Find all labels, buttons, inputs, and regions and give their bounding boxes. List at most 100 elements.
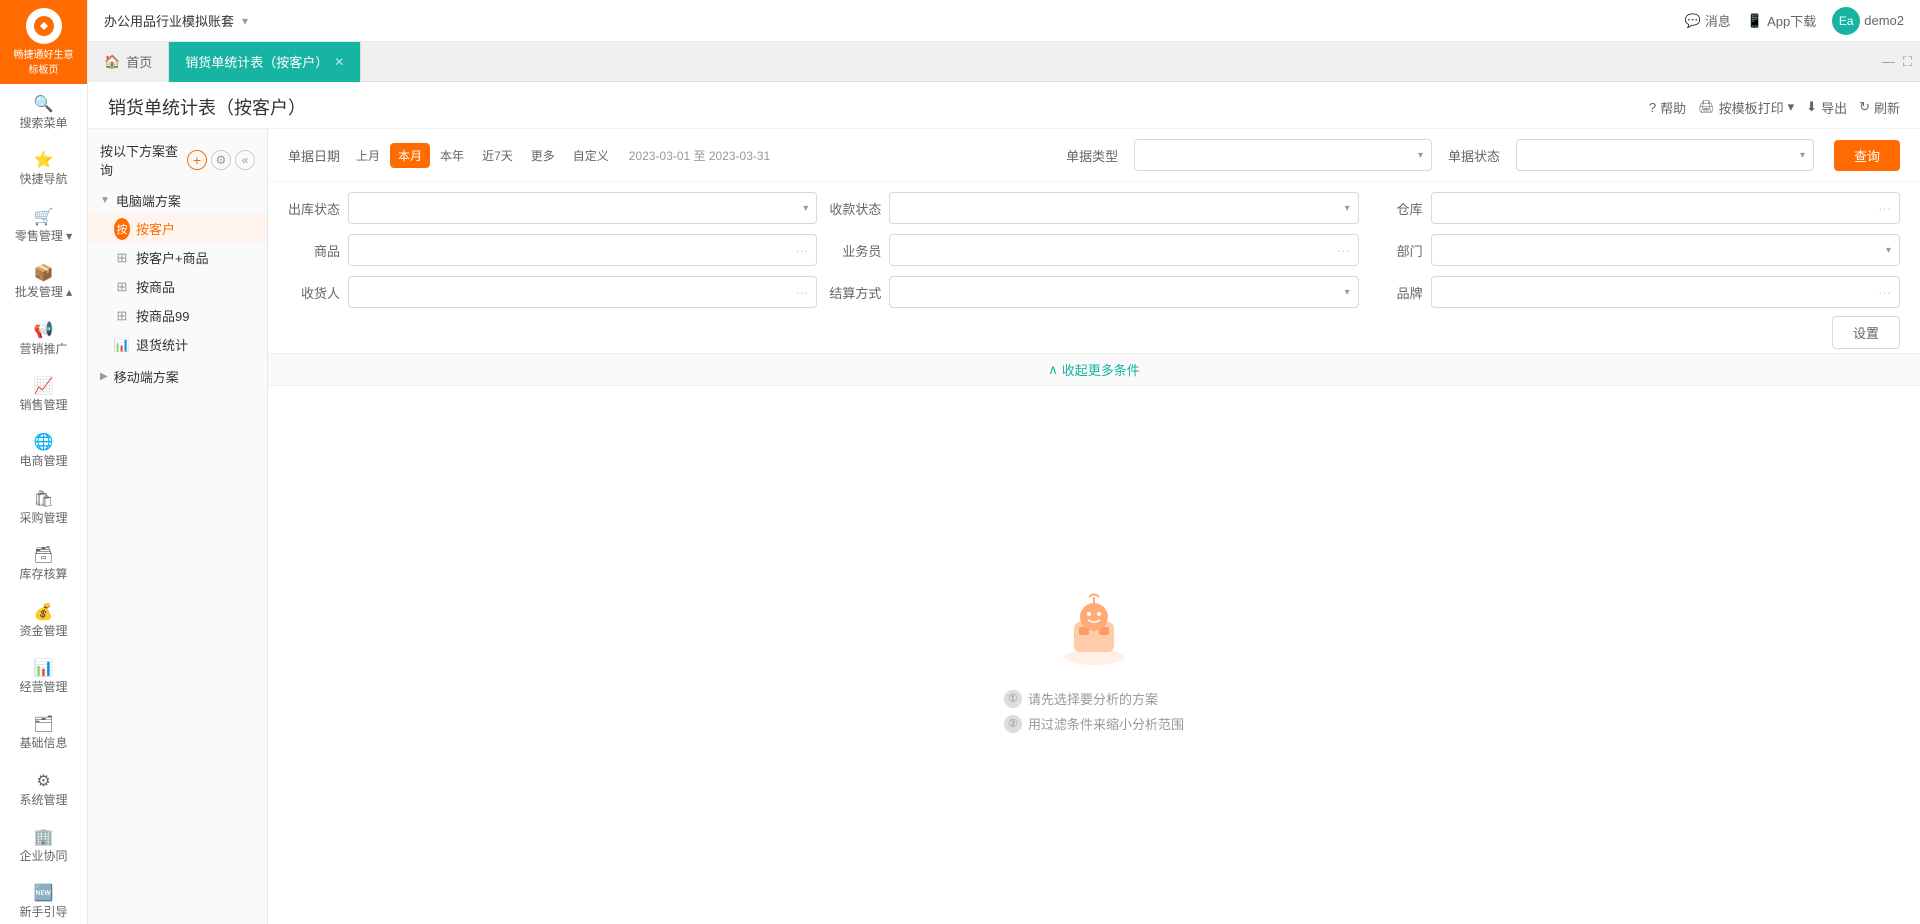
sidebar-menu: 🔍 搜索菜单 ⭐ 快捷导航 🛒 零售管理 ▾ 📦 批发管理 ▴ 📢 营销推广 📈…: [0, 84, 87, 924]
collapse-bar[interactable]: ∧ 收起更多条件: [268, 353, 1920, 386]
status-control[interactable]: ▾: [1516, 139, 1814, 171]
right-actions: 查询: [1822, 140, 1900, 171]
delivery-dropdown-icon: ▾: [803, 203, 808, 214]
topbar: 办公用品行业模拟账套 ▾ 💬 消息 📱 App下载 Ea demo2: [88, 0, 1920, 42]
filter-cell-goods: 商品 ···: [288, 234, 817, 266]
dept-control[interactable]: ▾: [1431, 234, 1900, 266]
scheme-item-by-goods99[interactable]: ⊞ 按商品99: [88, 301, 267, 330]
sales-icon: 📈: [34, 376, 54, 396]
window-minimize-icon[interactable]: —: [1882, 54, 1895, 69]
date-btn-thismonth[interactable]: 本月: [390, 143, 430, 168]
recipient-control[interactable]: ···: [348, 276, 817, 308]
inventory-icon: 🗃: [33, 545, 53, 565]
settlement-control[interactable]: ▾: [889, 276, 1358, 308]
scheme-collapse-button[interactable]: «: [235, 150, 255, 170]
filter-cell-recipient: 收货人 ···: [288, 276, 817, 308]
scheme-item-by-goods[interactable]: ⊞ 按商品: [88, 272, 267, 301]
date-btn-custom[interactable]: 自定义: [565, 143, 617, 168]
scheme-item-by-customer-goods[interactable]: ⊞ 按客户+商品: [88, 243, 267, 272]
refresh-button[interactable]: ↻ 刷新: [1859, 98, 1900, 117]
sidebar-item-sales[interactable]: 📈 销售管理: [0, 366, 87, 422]
print-button[interactable]: 🖨 按模板打印 ▾: [1698, 98, 1794, 117]
goods-control[interactable]: ···: [348, 234, 817, 266]
user-avatar-button[interactable]: Ea demo2: [1832, 7, 1904, 35]
filter-cell-brand: 品牌 ···: [1371, 276, 1900, 308]
sidebar-item-inventory[interactable]: 🗃 库存核算: [0, 535, 87, 591]
sidebar-item-system[interactable]: ⚙ 系统管理: [0, 761, 87, 817]
sidebar-item-search[interactable]: 🔍 搜索菜单: [0, 84, 87, 140]
enterprise-icon: 🏢: [34, 827, 54, 847]
quicknav-icon: ⭐: [34, 150, 54, 170]
print-dropdown-icon[interactable]: ▾: [1788, 99, 1795, 115]
warehouse-more-icon: ···: [1878, 201, 1891, 216]
filter-cell-payment: 收款状态 ▾: [829, 192, 1358, 224]
help-button[interactable]: ? 帮助: [1649, 98, 1686, 117]
sidebar-item-purchase[interactable]: 🛍 采购管理: [0, 479, 87, 535]
scheme-header: 按以下方案查询 + ⚙ «: [88, 137, 267, 187]
topbar-dropdown[interactable]: ▾: [242, 14, 248, 28]
scheme-group-mobile-header[interactable]: ▶ 移动端方案: [88, 363, 267, 390]
delivery-control[interactable]: ▾: [348, 192, 817, 224]
scheme-item-by-customer[interactable]: 按 按客户: [88, 214, 267, 243]
filter-cell-staff: 业务员 ···: [829, 234, 1358, 266]
scheme-group-desktop-header[interactable]: ▼ 电脑端方案: [88, 187, 267, 214]
settings-button[interactable]: 设置: [1832, 316, 1900, 349]
main-area: 办公用品行业模拟账套 ▾ 💬 消息 📱 App下载 Ea demo2 🏠 首页 …: [88, 0, 1920, 924]
sidebar-item-retail[interactable]: 🛒 零售管理 ▾: [0, 197, 87, 253]
message-button[interactable]: 💬 消息: [1685, 11, 1731, 30]
date-btn-lastmonth[interactable]: 上月: [348, 143, 388, 168]
staff-more-icon: ···: [1337, 243, 1350, 258]
avatar: Ea: [1832, 7, 1860, 35]
refresh-icon: ↻: [1859, 99, 1870, 115]
chevron-down-icon: ▼: [100, 195, 110, 206]
finance-icon: 💰: [34, 602, 54, 622]
help-icon: ?: [1649, 100, 1656, 115]
sidebar-item-wholesale[interactable]: 📦 批发管理 ▴: [0, 253, 87, 309]
window-maximize-icon[interactable]: ⛶: [1903, 54, 1912, 70]
filter-main: 单据日期 上月 本月 本年 近7天 更多 自定义 2023-03-01 至 20…: [268, 129, 1920, 924]
goods-more-icon: ···: [795, 243, 808, 258]
sidebar-item-guide[interactable]: 🆕 新手引导: [0, 873, 87, 924]
date-row: 单据日期 上月 本月 本年 近7天 更多 自定义 2023-03-01 至 20…: [268, 129, 1920, 182]
empty-illustration: [1044, 577, 1144, 677]
collapse-up-icon: ∧: [1048, 362, 1058, 378]
dept-dropdown-icon: ▾: [1886, 245, 1891, 256]
scheme-group-mobile: ▶ 移动端方案: [88, 363, 267, 390]
bar-icon: 📊: [114, 337, 130, 353]
type-control[interactable]: ▾: [1134, 139, 1432, 171]
sidebar-item-base[interactable]: 🗂 基础信息: [0, 704, 87, 760]
tab-close-icon[interactable]: ✕: [334, 55, 344, 69]
tab-bar: 🏠 首页 销货单统计表（按客户） ✕ — ⛶: [88, 42, 1920, 82]
grid-icon1: ⊞: [114, 250, 130, 266]
tab-sales-stat[interactable]: 销货单统计表（按客户） ✕: [169, 42, 361, 82]
scheme-panel: 按以下方案查询 + ⚙ « ▼ 电脑端方案 按: [88, 129, 268, 924]
filter-cell-warehouse: 仓库 ···: [1371, 192, 1900, 224]
settlement-dropdown-icon: ▾: [1345, 287, 1350, 298]
sidebar-item-enterprise[interactable]: 🏢 企业协同: [0, 817, 87, 873]
sidebar-item-quicknav[interactable]: ⭐ 快捷导航: [0, 140, 87, 196]
sidebar-item-finance[interactable]: 💰 资金管理: [0, 592, 87, 648]
warehouse-control[interactable]: ···: [1431, 192, 1900, 224]
scheme-item-return-stat[interactable]: 📊 退货统计: [88, 330, 267, 359]
sidebar-item-marketing[interactable]: 📢 营销推广: [0, 310, 87, 366]
query-button[interactable]: 查询: [1834, 140, 1900, 171]
scheme-settings-button[interactable]: ⚙: [211, 150, 231, 170]
date-btn-more[interactable]: 更多: [523, 143, 563, 168]
empty-tips: ① 请先选择要分析的方案 ② 用过滤条件来缩小分析范围: [1004, 689, 1184, 733]
wholesale-icon: 📦: [34, 263, 54, 283]
sidebar-item-operations[interactable]: 📊 经营管理: [0, 648, 87, 704]
payment-control[interactable]: ▾: [889, 192, 1358, 224]
export-button[interactable]: ⬇ 导出: [1806, 98, 1847, 117]
date-btn-thisyear[interactable]: 本年: [432, 143, 472, 168]
tab-home[interactable]: 🏠 首页: [88, 42, 169, 82]
content-area: 销货单统计表（按客户） ? 帮助 🖨 按模板打印 ▾ ⬇ 导出 ↻ 刷新: [88, 82, 1920, 924]
date-btn-7days[interactable]: 近7天: [474, 143, 521, 168]
app-download-button[interactable]: 📱 App下载: [1747, 11, 1816, 30]
scheme-add-button[interactable]: +: [187, 150, 207, 170]
brand-control[interactable]: ···: [1431, 276, 1900, 308]
home-icon: 🏠: [104, 54, 120, 70]
type-dropdown-icon: ▾: [1418, 150, 1423, 161]
staff-control[interactable]: ···: [889, 234, 1358, 266]
sidebar-item-ecommerce[interactable]: 🌐 电商管理: [0, 422, 87, 478]
search-icon: 🔍: [34, 94, 54, 114]
